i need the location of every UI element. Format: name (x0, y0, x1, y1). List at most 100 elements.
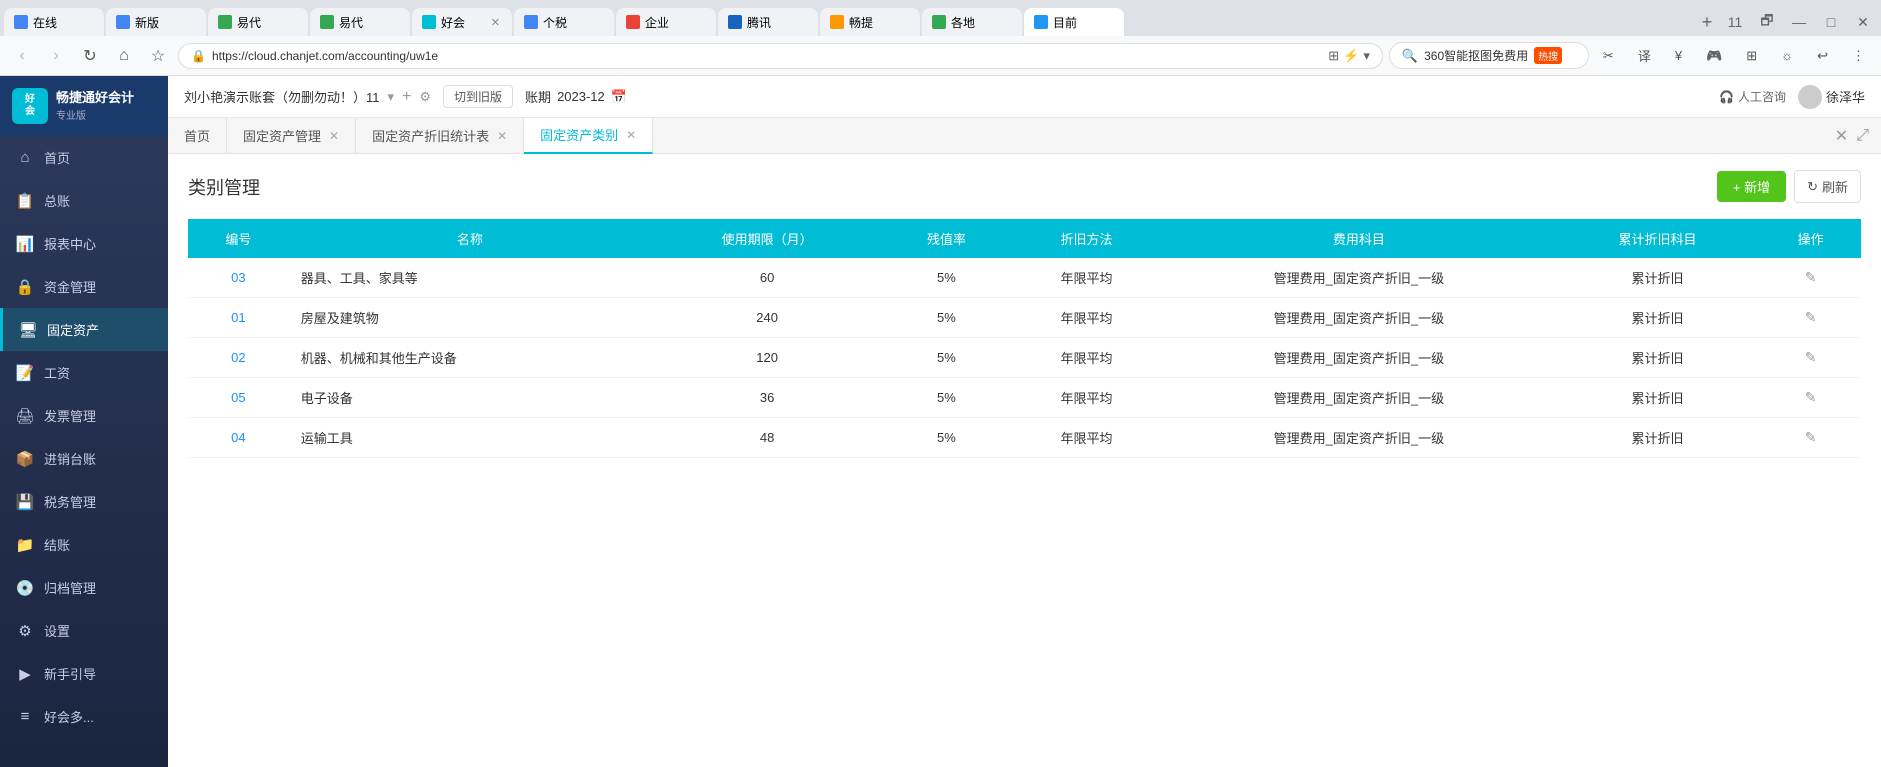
dropdown-arrow-icon[interactable]: ▾ (1363, 48, 1370, 64)
user-avatar (1798, 85, 1822, 109)
row-actions-2: ✎ (1760, 338, 1861, 378)
table-header: 编号名称使用期限（月）残值率折旧方法费用科目累计折旧科目操作 (188, 219, 1861, 258)
sidebar-item-invoice[interactable]: 🖨 发票管理 (0, 394, 168, 437)
browser-tab-1[interactable]: 在线 (4, 8, 104, 36)
table-header-折旧方法: 折旧方法 (1010, 219, 1163, 258)
consult-button[interactable]: 🎧 人工咨询 (1719, 88, 1786, 105)
row-period-4: 48 (651, 418, 883, 458)
page-tab-close-fixed-assets-mgr[interactable]: ✕ (329, 129, 339, 143)
hot-badge: 热搜 (1534, 47, 1562, 64)
coin-button[interactable]: ¥ (1667, 44, 1690, 67)
row-expense-1: 管理费用_固定资产折旧_一级 (1163, 298, 1555, 338)
calendar-icon[interactable]: 📅 (611, 89, 627, 105)
browser-tab-2[interactable]: 新版 (106, 8, 206, 36)
header-right: 🎧 人工咨询 徐泽华 (1719, 85, 1865, 109)
settings-gear-icon[interactable]: ⚙ (419, 89, 431, 105)
close-window-button[interactable]: ✕ (1849, 8, 1877, 36)
translate-button[interactable]: 译 (1630, 42, 1659, 69)
browser-tab-10[interactable]: 各地 (922, 8, 1022, 36)
scissors-tool-button[interactable]: ✂ (1595, 44, 1622, 68)
sidebar-item-home[interactable]: ⌂ 首页 (0, 136, 168, 179)
qr-code-icon[interactable]: ⊞ (1328, 48, 1339, 64)
browser-menu-button[interactable]: ⋮ (1844, 44, 1873, 68)
search-bar[interactable]: 🔍 360智能抠图免费用 热搜 (1389, 42, 1589, 69)
sidebar-item-more[interactable]: ≡ 好会多... (0, 695, 168, 738)
maximize-tab-panel-button[interactable]: ⤢ (1856, 127, 1869, 145)
browser-tab-9[interactable]: 畅提 (820, 8, 920, 36)
sidebar-item-tax[interactable]: 💾 税务管理 (0, 480, 168, 523)
page-tab-window-actions: ✕ ⤢ (1835, 126, 1881, 146)
maximize-button[interactable]: □ (1817, 8, 1845, 36)
edit-row-button-2[interactable]: ✎ (1805, 349, 1817, 365)
edit-row-button-3[interactable]: ✎ (1805, 389, 1817, 405)
home-browser-button[interactable]: ⌂ (110, 42, 138, 70)
page-tab-asset-category[interactable]: 固定资产类别✕ (524, 118, 653, 154)
dropdown-company-icon[interactable]: ▾ (388, 89, 395, 105)
logo-text-area: 畅捷通好会计 专业版 (56, 90, 134, 122)
new-tab-button[interactable]: + (1693, 8, 1721, 36)
close-tab-panel-button[interactable]: ✕ (1835, 126, 1848, 146)
sidebar-item-fixed-assets[interactable]: 🖥 固定资产 (0, 308, 168, 351)
sidebar-item-archive[interactable]: 💿 归档管理 (0, 566, 168, 609)
sidebar-item-payroll[interactable]: 📝 工资 (0, 351, 168, 394)
tab-label-3: 易代 (237, 14, 261, 31)
row-code-3: 05 (188, 378, 289, 418)
row-code-2: 02 (188, 338, 289, 378)
url-bar[interactable]: 🔒 https://cloud.chanjet.com/accounting/u… (178, 43, 1383, 69)
sidebar-item-closing[interactable]: 📁 结账 (0, 523, 168, 566)
add-new-button[interactable]: + 新增 (1717, 171, 1786, 202)
sidebar-item-general-ledger[interactable]: 📋 总账 (0, 179, 168, 222)
browser-tab-8[interactable]: 腾讯 (718, 8, 818, 36)
page-tab-close-asset-category[interactable]: ✕ (626, 128, 636, 142)
refresh-icon: ↻ (1807, 179, 1818, 195)
browser-toolbar-right: ✂ 译 ¥ 🎮 ⊞ ☼ ↩ ⋮ (1595, 42, 1873, 69)
sidebar-item-inventory[interactable]: 📦 进销台账 (0, 437, 168, 480)
refresh-button[interactable]: ↻ 刷新 (1794, 170, 1861, 203)
tab-favicon-3 (218, 15, 232, 29)
edit-row-button-0[interactable]: ✎ (1805, 269, 1817, 285)
game-button[interactable]: 🎮 (1698, 44, 1730, 68)
sidebar-item-reports[interactable]: 📊 报表中心 (0, 222, 168, 265)
browser-tab-4[interactable]: 易代 (310, 8, 410, 36)
page-tab-depreciation-report[interactable]: 固定资产折旧统计表✕ (356, 118, 524, 154)
browser-tab-7[interactable]: 企业 (616, 8, 716, 36)
table-header-残值率: 残值率 (883, 219, 1010, 258)
browser-tab-5[interactable]: 好会 ✕ (412, 8, 512, 36)
tab-count-badge[interactable]: 11 (1721, 8, 1749, 36)
undo-button[interactable]: ↩ (1809, 44, 1836, 68)
browser-tab-6[interactable]: 个税 (514, 8, 614, 36)
browser-tab-11[interactable]: 目前 (1024, 8, 1124, 36)
sidebar-item-funds[interactable]: 🔒 资金管理 (0, 265, 168, 308)
grid-button[interactable]: ⊞ (1738, 44, 1765, 68)
add-company-icon[interactable]: + (402, 88, 411, 106)
page-tab-home[interactable]: 首页 (168, 118, 227, 154)
browser-chrome: 在线 新版 易代 易代 好会 ✕ 个税 企业 腾讯 畅提 各地 (0, 0, 1881, 76)
bookmark-button[interactable]: ☆ (144, 42, 172, 70)
user-avatar-area[interactable]: 徐泽华 (1798, 85, 1865, 109)
sidebar-item-guide[interactable]: ▶ 新手引导 (0, 652, 168, 695)
back-button[interactable]: ‹ (8, 42, 36, 70)
row-actions-0: ✎ (1760, 258, 1861, 298)
nav-icon-more: ≡ (16, 708, 34, 726)
browser-tab-3[interactable]: 易代 (208, 8, 308, 36)
restore-window-button[interactable]: 🗗 (1753, 8, 1781, 36)
sun-button[interactable]: ☼ (1773, 44, 1801, 67)
switch-old-version-button[interactable]: 切到旧版 (443, 85, 513, 108)
row-accumulated-3: 累计折旧 (1555, 378, 1760, 418)
reload-button[interactable]: ↻ (76, 42, 104, 70)
tab-close-5[interactable]: ✕ (489, 16, 502, 29)
forward-button[interactable]: › (42, 42, 70, 70)
page-tab-fixed-assets-mgr[interactable]: 固定资产管理✕ (227, 118, 356, 154)
sidebar-nav: ⌂ 首页 📋 总账 📊 报表中心 🔒 资金管理 🖥 固定资产 📝 工资 🖨 发票… (0, 136, 168, 767)
tab-favicon-1 (14, 15, 28, 29)
sidebar-item-settings[interactable]: ⚙ 设置 (0, 609, 168, 652)
edit-row-button-4[interactable]: ✎ (1805, 429, 1817, 445)
row-method-0: 年限平均 (1010, 258, 1163, 298)
tab-label-6: 个税 (543, 14, 567, 31)
minimize-button[interactable]: — (1785, 8, 1813, 36)
nav-label-archive: 归档管理 (44, 578, 96, 597)
page-tab-close-depreciation-report[interactable]: ✕ (497, 129, 507, 143)
edit-row-button-1[interactable]: ✎ (1805, 309, 1817, 325)
nav-label-home: 首页 (44, 148, 70, 167)
lightning-icon[interactable]: ⚡ (1343, 48, 1359, 64)
